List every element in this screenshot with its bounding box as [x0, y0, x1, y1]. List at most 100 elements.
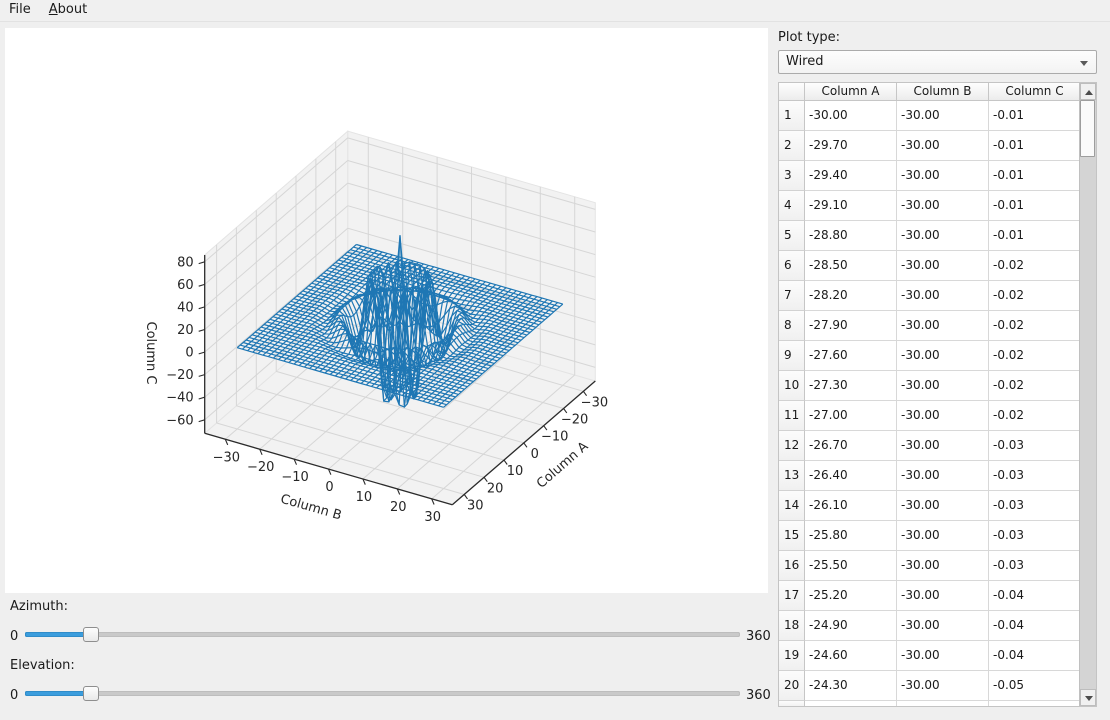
cell-column-b[interactable]: -30.00 — [897, 281, 989, 311]
row-number-cell[interactable]: 13 — [779, 461, 805, 491]
cell[interactable] — [805, 701, 897, 707]
cell-column-a[interactable]: -24.90 — [805, 611, 897, 641]
cell-column-a[interactable]: -25.50 — [805, 551, 897, 581]
cell-column-a[interactable]: -24.30 — [805, 671, 897, 701]
cell-column-a[interactable]: -26.40 — [805, 461, 897, 491]
cell-column-b[interactable]: -30.00 — [897, 581, 989, 611]
menu-item-about[interactable]: About — [40, 0, 96, 20]
cell-column-a[interactable]: -27.90 — [805, 311, 897, 341]
cell-column-a[interactable]: -29.40 — [805, 161, 897, 191]
figure-canvas[interactable]: −60−40−20020406080−30−20−100102030−30−20… — [5, 28, 768, 593]
elevation-slider-handle[interactable] — [83, 686, 99, 701]
row-number-cell[interactable]: 9 — [779, 341, 805, 371]
row-number-cell[interactable]: 6 — [779, 251, 805, 281]
row-number-cell[interactable]: 10 — [779, 371, 805, 401]
cell-column-b[interactable]: -30.00 — [897, 221, 989, 251]
cell-column-a[interactable]: -27.60 — [805, 341, 897, 371]
elevation-slider[interactable] — [25, 691, 740, 696]
row-number-cell[interactable]: 7 — [779, 281, 805, 311]
cell-column-c[interactable]: -0.05 — [989, 671, 1081, 701]
row-number-cell[interactable] — [779, 701, 805, 707]
row-number-cell[interactable]: 18 — [779, 611, 805, 641]
row-number-cell[interactable]: 1 — [779, 101, 805, 131]
cell-column-a[interactable]: -28.20 — [805, 281, 897, 311]
row-number-cell[interactable]: 5 — [779, 221, 805, 251]
cell-column-b[interactable]: -30.00 — [897, 431, 989, 461]
cell-column-a[interactable]: -25.20 — [805, 581, 897, 611]
row-number-cell[interactable]: 4 — [779, 191, 805, 221]
column-header-a[interactable]: Column A — [805, 83, 897, 101]
cell-column-a[interactable]: -30.00 — [805, 101, 897, 131]
plot-type-combobox[interactable]: Wired — [778, 50, 1097, 74]
cell-column-a[interactable]: -27.30 — [805, 371, 897, 401]
cell-column-b[interactable]: -30.00 — [897, 521, 989, 551]
cell-column-b[interactable]: -30.00 — [897, 161, 989, 191]
cell-column-c[interactable]: -0.03 — [989, 551, 1081, 581]
cell-column-c[interactable]: -0.01 — [989, 101, 1081, 131]
menu-item-file[interactable]: File — [0, 0, 40, 20]
cell-column-b[interactable]: -30.00 — [897, 371, 989, 401]
cell-column-a[interactable]: -27.00 — [805, 401, 897, 431]
cell-column-c[interactable]: -0.04 — [989, 581, 1081, 611]
cell-column-c[interactable]: -0.01 — [989, 221, 1081, 251]
row-number-cell[interactable]: 19 — [779, 641, 805, 671]
scrollbar-thumb[interactable] — [1080, 100, 1095, 157]
cell-column-b[interactable]: -30.00 — [897, 311, 989, 341]
row-number-cell[interactable]: 11 — [779, 401, 805, 431]
cell-column-b[interactable]: -30.00 — [897, 671, 989, 701]
cell-column-a[interactable]: -24.60 — [805, 641, 897, 671]
cell[interactable] — [897, 701, 989, 707]
cell-column-b[interactable]: -30.00 — [897, 401, 989, 431]
cell-column-a[interactable]: -28.80 — [805, 221, 897, 251]
cell-column-a[interactable]: -26.70 — [805, 431, 897, 461]
cell-column-b[interactable]: -30.00 — [897, 191, 989, 221]
cell-column-a[interactable]: -26.10 — [805, 491, 897, 521]
azimuth-slider[interactable] — [25, 632, 740, 637]
cell-column-b[interactable]: -30.00 — [897, 101, 989, 131]
cell-column-c[interactable]: -0.01 — [989, 161, 1081, 191]
row-number-cell[interactable]: 15 — [779, 521, 805, 551]
vertical-scrollbar[interactable] — [1079, 83, 1096, 706]
cell-column-a[interactable]: -29.10 — [805, 191, 897, 221]
column-header-c[interactable]: Column C — [989, 83, 1081, 101]
cell-column-c[interactable]: -0.04 — [989, 611, 1081, 641]
cell-column-c[interactable]: -0.04 — [989, 641, 1081, 671]
cell-column-c[interactable]: -0.02 — [989, 311, 1081, 341]
scroll-up-button[interactable] — [1080, 83, 1096, 100]
row-number-cell[interactable]: 8 — [779, 311, 805, 341]
row-number-cell[interactable]: 20 — [779, 671, 805, 701]
row-number-cell[interactable]: 12 — [779, 431, 805, 461]
cell-column-c[interactable]: -0.02 — [989, 371, 1081, 401]
cell-column-b[interactable]: -30.00 — [897, 131, 989, 161]
cell-column-c[interactable]: -0.02 — [989, 401, 1081, 431]
cell-column-b[interactable]: -30.00 — [897, 491, 989, 521]
cell-column-c[interactable]: -0.02 — [989, 341, 1081, 371]
cell-column-b[interactable]: -30.00 — [897, 551, 989, 581]
cell-column-b[interactable]: -30.00 — [897, 251, 989, 281]
table-corner-cell[interactable] — [779, 83, 805, 101]
cell-column-c[interactable]: -0.01 — [989, 191, 1081, 221]
cell-column-a[interactable]: -28.50 — [805, 251, 897, 281]
cell[interactable] — [989, 701, 1081, 707]
scroll-down-button[interactable] — [1080, 689, 1096, 706]
cell-column-c[interactable]: -0.02 — [989, 281, 1081, 311]
cell-column-c[interactable]: -0.03 — [989, 521, 1081, 551]
cell-column-b[interactable]: -30.00 — [897, 641, 989, 671]
cell-column-c[interactable]: -0.03 — [989, 431, 1081, 461]
row-number-cell[interactable]: 17 — [779, 581, 805, 611]
cell-column-a[interactable]: -25.80 — [805, 521, 897, 551]
cell-column-b[interactable]: -30.00 — [897, 341, 989, 371]
row-number-cell[interactable]: 16 — [779, 551, 805, 581]
cell-column-c[interactable]: -0.03 — [989, 491, 1081, 521]
row-number-cell[interactable]: 2 — [779, 131, 805, 161]
column-header-b[interactable]: Column B — [897, 83, 989, 101]
cell-column-b[interactable]: -30.00 — [897, 611, 989, 641]
cell-column-c[interactable]: -0.02 — [989, 251, 1081, 281]
cell-column-c[interactable]: -0.01 — [989, 131, 1081, 161]
row-number-cell[interactable]: 3 — [779, 161, 805, 191]
cell-column-c[interactable]: -0.03 — [989, 461, 1081, 491]
cell-column-a[interactable]: -29.70 — [805, 131, 897, 161]
row-number-cell[interactable]: 14 — [779, 491, 805, 521]
azimuth-slider-handle[interactable] — [83, 627, 99, 642]
cell-column-b[interactable]: -30.00 — [897, 461, 989, 491]
